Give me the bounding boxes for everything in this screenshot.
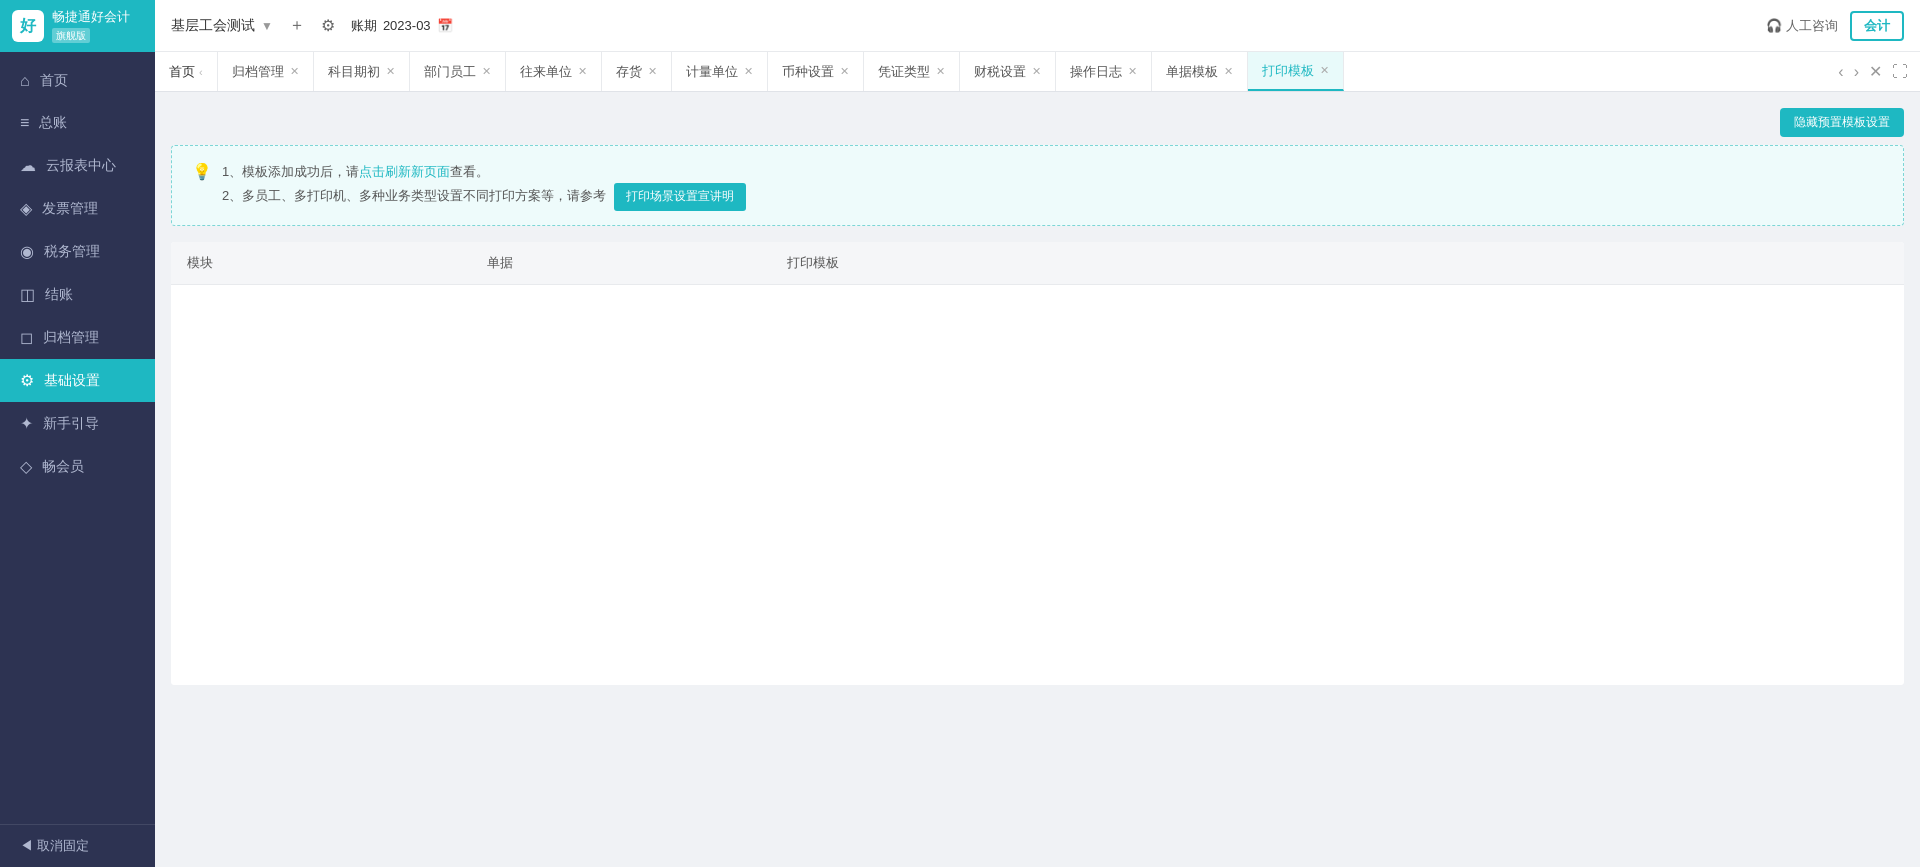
col-header-doc: 单据	[471, 242, 771, 284]
table-header: 模块 单据 打印模板	[171, 242, 1904, 285]
sidebar-item-archive[interactable]: ◻ 归档管理	[0, 316, 155, 359]
sidebar-item-guide[interactable]: ✦ 新手引导	[0, 402, 155, 445]
home-icon: ⌂	[20, 72, 30, 90]
guide-icon: ✦	[20, 414, 33, 433]
tab-voucher-type[interactable]: 凭证类型 ✕	[864, 52, 960, 91]
tab-dept-staff-close[interactable]: ✕	[482, 65, 491, 78]
sidebar: 好 畅捷通好会计 旗舰版 ⌂ 首页 ≡ 总账 ☁ 云报表中心 ◈ 发票管理 ◉ …	[0, 0, 155, 867]
sidebar-item-reports[interactable]: ☁ 云报表中心	[0, 144, 155, 187]
tabbar: 首页 ‹ 归档管理 ✕ 科目期初 ✕ 部门员工 ✕ 往来单位 ✕ 存货 ✕	[155, 52, 1920, 92]
sidebar-item-invoice[interactable]: ◈ 发票管理	[0, 187, 155, 230]
topbar: 基层工会测试 ▼ ＋ ⚙ 账期 2023-03 📅 🎧 人工咨询 会计	[155, 0, 1920, 52]
period-display: 账期 2023-03 📅	[351, 17, 453, 35]
ledger-icon: ≡	[20, 114, 29, 132]
main-area: 基层工会测试 ▼ ＋ ⚙ 账期 2023-03 📅 🎧 人工咨询 会计 首页 ‹	[155, 0, 1920, 867]
sidebar-item-home[interactable]: ⌂ 首页	[0, 60, 155, 102]
print-template-table: 模块 单据 打印模板	[171, 242, 1904, 685]
notice-text: 1、模板添加成功后，请点击刷新新页面查看。 2、多员工、多打印机、多种业务类型设…	[222, 160, 746, 211]
tab-partner[interactable]: 往来单位 ✕	[506, 52, 602, 91]
content-area: 隐藏预置模板设置 💡 1、模板添加成功后，请点击刷新新页面查看。 2、多员工、多…	[155, 92, 1920, 867]
sidebar-item-member[interactable]: ◇ 畅会员	[0, 445, 155, 488]
tab-prev-icon[interactable]: ‹	[1834, 59, 1847, 85]
tab-unit[interactable]: 计量单位 ✕	[672, 52, 768, 91]
tab-list: 首页 ‹ 归档管理 ✕ 科目期初 ✕ 部门员工 ✕ 往来单位 ✕ 存货 ✕	[155, 52, 1826, 91]
company-dropdown-icon: ▼	[261, 19, 273, 33]
tab-single-template-close[interactable]: ✕	[1224, 65, 1233, 78]
sidebar-nav: ⌂ 首页 ≡ 总账 ☁ 云报表中心 ◈ 发票管理 ◉ 税务管理 ◫ 结账 ◻ 归…	[0, 52, 155, 824]
tab-tax-settings[interactable]: 财税设置 ✕	[960, 52, 1056, 91]
print-scene-btn[interactable]: 打印场景设置宣讲明	[614, 183, 746, 211]
reports-icon: ☁	[20, 156, 36, 175]
add-tab-icon[interactable]: ＋	[285, 11, 309, 40]
tab-dept-staff[interactable]: 部门员工 ✕	[410, 52, 506, 91]
help-button[interactable]: 🎧 人工咨询	[1766, 17, 1838, 35]
tab-expand-icon[interactable]: ⛶	[1888, 59, 1912, 85]
tab-op-log-close[interactable]: ✕	[1128, 65, 1137, 78]
sidebar-logo: 好 畅捷通好会计 旗舰版	[0, 0, 155, 52]
sidebar-item-settings[interactable]: ⚙ 基础设置	[0, 359, 155, 402]
calendar-icon[interactable]: 📅	[437, 18, 453, 33]
tab-home-chevron: ‹	[199, 66, 203, 78]
tab-print-template[interactable]: 打印模板 ✕	[1248, 52, 1344, 91]
tab-op-log[interactable]: 操作日志 ✕	[1056, 52, 1152, 91]
tab-close-all-icon[interactable]: ✕	[1865, 58, 1886, 85]
logo-icon: 好	[12, 10, 44, 42]
notice-bar: 💡 1、模板添加成功后，请点击刷新新页面查看。 2、多员工、多打印机、多种业务类…	[171, 145, 1904, 226]
tab-single-template[interactable]: 单据模板 ✕	[1152, 52, 1248, 91]
company-selector[interactable]: 基层工会测试 ▼	[171, 17, 273, 35]
col-header-module: 模块	[171, 242, 471, 284]
tab-unit-close[interactable]: ✕	[744, 65, 753, 78]
tab-archive-mgmt-close[interactable]: ✕	[290, 65, 299, 78]
tab-partner-close[interactable]: ✕	[578, 65, 587, 78]
tab-tax-settings-close[interactable]: ✕	[1032, 65, 1041, 78]
tab-currency[interactable]: 币种设置 ✕	[768, 52, 864, 91]
kuaiji-button[interactable]: 会计	[1850, 11, 1904, 41]
tab-home[interactable]: 首页 ‹	[155, 52, 218, 91]
tab-archive-mgmt[interactable]: 归档管理 ✕	[218, 52, 314, 91]
member-icon: ◇	[20, 457, 32, 476]
close-month-icon: ◫	[20, 285, 35, 304]
col-header-template: 打印模板	[771, 242, 1904, 284]
table-body	[171, 285, 1904, 685]
logo-text: 畅捷通好会计 旗舰版	[52, 9, 130, 44]
topbar-right: 🎧 人工咨询 会计	[1766, 11, 1904, 41]
tax-icon: ◉	[20, 242, 34, 261]
topbar-actions: ＋ ⚙	[285, 11, 339, 40]
tab-currency-close[interactable]: ✕	[840, 65, 849, 78]
tab-inventory-close[interactable]: ✕	[648, 65, 657, 78]
sidebar-item-ledger[interactable]: ≡ 总账	[0, 102, 155, 144]
content-header: 隐藏预置模板设置	[171, 108, 1904, 137]
invoice-icon: ◈	[20, 199, 32, 218]
archive-icon: ◻	[20, 328, 33, 347]
settings-icon: ⚙	[20, 371, 34, 390]
notice-icon: 💡	[192, 162, 212, 181]
tab-subject-init[interactable]: 科目期初 ✕	[314, 52, 410, 91]
settings-gear-icon[interactable]: ⚙	[317, 12, 339, 39]
tab-print-template-close[interactable]: ✕	[1320, 64, 1329, 77]
sidebar-item-tax[interactable]: ◉ 税务管理	[0, 230, 155, 273]
tab-voucher-type-close[interactable]: ✕	[936, 65, 945, 78]
sidebar-item-close[interactable]: ◫ 结账	[0, 273, 155, 316]
tab-subject-init-close[interactable]: ✕	[386, 65, 395, 78]
tab-controls: ‹ › ✕ ⛶	[1826, 58, 1920, 85]
tab-next-icon[interactable]: ›	[1850, 59, 1863, 85]
sidebar-unpin[interactable]: ◀ 取消固定	[0, 824, 155, 867]
refresh-link[interactable]: 点击刷新新页面	[359, 164, 450, 179]
hide-preview-btn[interactable]: 隐藏预置模板设置	[1780, 108, 1904, 137]
headset-icon: 🎧	[1766, 18, 1782, 33]
tab-inventory[interactable]: 存货 ✕	[602, 52, 672, 91]
